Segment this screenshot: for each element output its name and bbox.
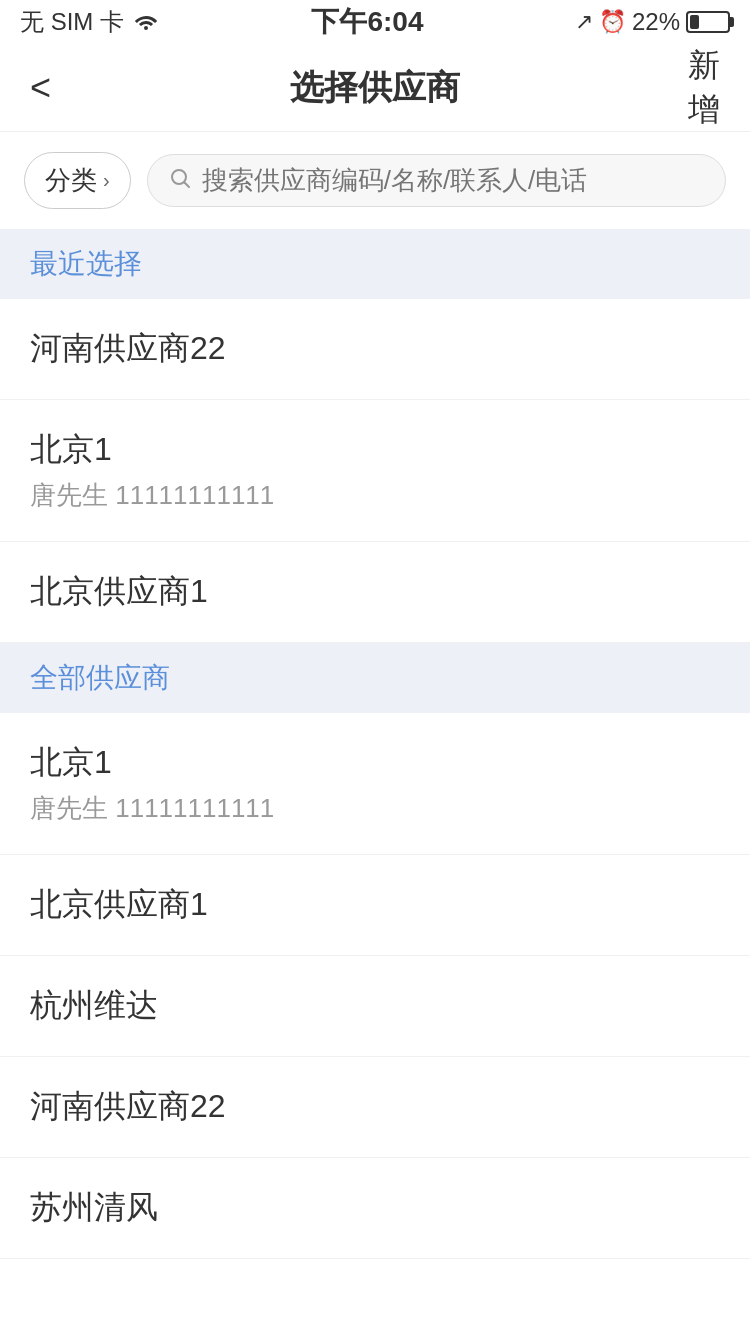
item-sub: 唐先生 11111111111	[30, 478, 720, 513]
svg-line-1	[184, 182, 189, 187]
status-right: ↗ ⏰ 22%	[575, 8, 730, 36]
status-left: 无 SIM 卡	[20, 6, 160, 38]
item-sub: 唐先生 11111111111	[30, 791, 720, 826]
list-item[interactable]: 河南供应商22	[0, 299, 750, 400]
item-name: 北京1	[30, 428, 720, 472]
item-name: 杭州维达	[30, 984, 720, 1028]
alarm-icon: ⏰	[599, 9, 626, 35]
section-header-recent: 最近选择	[0, 229, 750, 299]
list-item[interactable]: 北京1 唐先生 11111111111	[0, 713, 750, 855]
category-button[interactable]: 分类 ›	[24, 152, 131, 209]
list-item[interactable]: 苏州清风	[0, 1158, 750, 1259]
status-time: 下午6:04	[311, 3, 423, 41]
page-title: 选择供应商	[290, 65, 460, 111]
no-sim-text: 无 SIM 卡	[20, 6, 124, 38]
status-bar: 无 SIM 卡 下午6:04 ↗ ⏰ 22%	[0, 0, 750, 44]
search-input[interactable]	[202, 165, 705, 196]
search-box[interactable]	[147, 154, 726, 207]
list-item[interactable]: 杭州维达	[0, 956, 750, 1057]
wifi-icon	[132, 8, 160, 36]
chevron-right-icon: ›	[103, 169, 110, 192]
nav-bar: < 选择供应商 新增	[0, 44, 750, 132]
item-name: 北京1	[30, 741, 720, 785]
item-name: 北京供应商1	[30, 883, 720, 927]
section-header-all: 全部供应商	[0, 643, 750, 713]
item-name: 苏州清风	[30, 1186, 720, 1230]
supplier-list: 最近选择河南供应商22 北京1 唐先生 11111111111 北京供应商1 全部供应商…	[0, 229, 750, 1259]
list-item[interactable]: 河南供应商22	[0, 1057, 750, 1158]
battery-percent: 22%	[632, 8, 680, 36]
item-name: 北京供应商1	[30, 570, 720, 614]
filter-bar: 分类 ›	[0, 132, 750, 229]
back-button[interactable]: <	[30, 67, 90, 109]
list-item[interactable]: 北京供应商1	[0, 855, 750, 956]
category-label: 分类	[45, 163, 97, 198]
list-item[interactable]: 北京1 唐先生 11111111111	[0, 400, 750, 542]
list-item[interactable]: 北京供应商1	[0, 542, 750, 643]
location-icon: ↗	[575, 9, 593, 35]
battery-icon	[686, 11, 730, 33]
item-name: 河南供应商22	[30, 1085, 720, 1129]
item-name: 河南供应商22	[30, 327, 720, 371]
search-icon	[168, 166, 192, 196]
add-button[interactable]: 新增	[660, 44, 720, 132]
